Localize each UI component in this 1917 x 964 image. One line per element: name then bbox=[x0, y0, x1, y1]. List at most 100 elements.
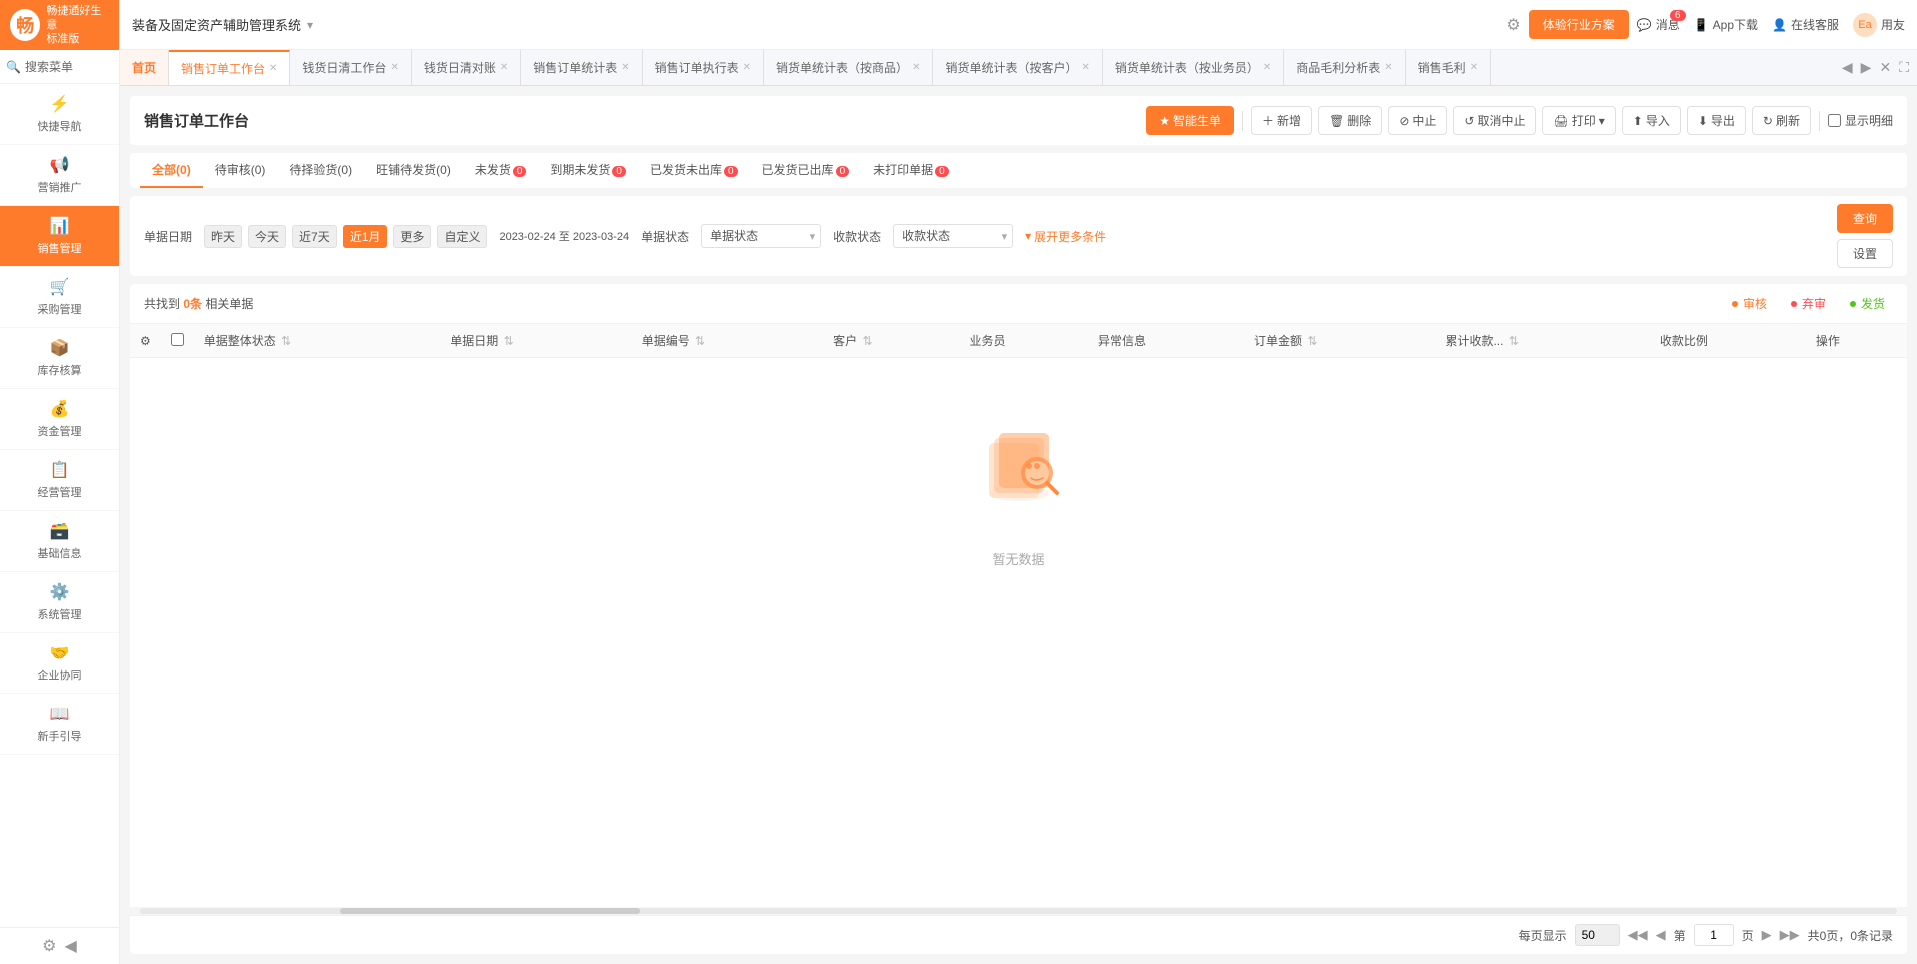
tab-close-sales-summary-product[interactable]: ✕ bbox=[912, 62, 920, 73]
collapse-icon[interactable]: ◀ bbox=[65, 936, 77, 956]
tab-sales-workbench[interactable]: 销售订单工作台 ✕ bbox=[169, 50, 290, 85]
col-status: 单据整体状态 ⇅ bbox=[194, 324, 441, 358]
tab-close-sales-summary-staff[interactable]: ✕ bbox=[1263, 62, 1271, 73]
sort-number[interactable]: ⇅ bbox=[695, 334, 705, 348]
sort-customer[interactable]: ⇅ bbox=[862, 334, 872, 348]
subtab-pending-review[interactable]: 待审核(0) bbox=[203, 153, 278, 188]
subtab-not-printed[interactable]: 未打印单据0 bbox=[861, 153, 961, 188]
cancel-suspend-btn[interactable]: ↺ 取消中止 bbox=[1453, 106, 1536, 135]
industry-btn[interactable]: 体验行业方案 bbox=[1529, 10, 1629, 39]
sidebar-item-marketing[interactable]: 📢 营销推广 bbox=[0, 145, 119, 206]
scrollbar-thumb[interactable] bbox=[340, 908, 640, 914]
audit-btn[interactable]: 审核 bbox=[1724, 292, 1775, 315]
col-settings[interactable]: ⚙ bbox=[130, 324, 161, 358]
tab-close-sales-more[interactable]: ✕ bbox=[1470, 62, 1478, 73]
sidebar-item-inventory[interactable]: 📦 库存核算 bbox=[0, 328, 119, 389]
tab-maximize-icon[interactable]: ⛶ bbox=[1897, 57, 1911, 78]
expand-filter-btn[interactable]: ▾ 展开更多条件 bbox=[1025, 228, 1106, 245]
topbar-settings-icon[interactable]: ⚙ bbox=[1506, 15, 1520, 35]
filter-settings-btn[interactable]: 设置 bbox=[1837, 239, 1893, 268]
subtab-not-shipped[interactable]: 未发货0 bbox=[463, 153, 539, 188]
add-btn[interactable]: ＋ 新增 bbox=[1251, 106, 1312, 135]
sort-date[interactable]: ⇅ bbox=[504, 334, 514, 348]
suspend-btn[interactable]: ⊘ 中止 bbox=[1388, 106, 1447, 135]
tab-nav-prev-icon[interactable]: ◀ bbox=[1840, 57, 1855, 78]
sidebar-item-finance[interactable]: 💰 资金管理 bbox=[0, 389, 119, 450]
topbar-dropdown-icon[interactable]: ▾ bbox=[307, 18, 313, 32]
sidebar-item-purchase[interactable]: 🛒 采购管理 bbox=[0, 267, 119, 328]
select-all-checkbox[interactable] bbox=[171, 333, 184, 346]
ship-btn[interactable]: 发货 bbox=[1842, 292, 1893, 315]
message-btn[interactable]: 💬 消息 6 bbox=[1637, 16, 1680, 33]
print-btn[interactable]: 🖨 打印 ▾ bbox=[1542, 106, 1615, 135]
export-btn[interactable]: ⬇ 导出 bbox=[1687, 106, 1746, 135]
tab-sales-stat[interactable]: 销售订单统计表 ✕ bbox=[521, 50, 642, 85]
sidebar-item-system[interactable]: ⚙️ 系统管理 bbox=[0, 572, 119, 633]
tab-close-sales-summary-customer[interactable]: ✕ bbox=[1081, 62, 1089, 73]
sidebar-search[interactable]: 🔍 搜索菜单 bbox=[0, 50, 119, 84]
payment-select[interactable]: 收款状态 bbox=[893, 224, 1013, 248]
tab-home[interactable]: 首页 bbox=[120, 50, 169, 85]
tab-cash-daily[interactable]: 钱货日清工作台 ✕ bbox=[290, 50, 411, 85]
tab-close-sales-exec[interactable]: ✕ bbox=[743, 62, 751, 73]
tab-close-cash-daily[interactable]: ✕ bbox=[390, 62, 398, 73]
date-today-btn[interactable]: 今天 bbox=[248, 225, 286, 248]
status-select[interactable]: 单据状态 bbox=[701, 224, 821, 248]
subtab-shipped-not-out[interactable]: 已发货未出库0 bbox=[638, 153, 750, 188]
sort-status[interactable]: ⇅ bbox=[281, 334, 291, 348]
sidebar-item-quick-nav[interactable]: ⚡ 快捷导航 bbox=[0, 84, 119, 145]
page-nav-prev[interactable]: ◀ bbox=[1656, 927, 1666, 943]
refresh-btn[interactable]: ↻ 刷新 bbox=[1752, 106, 1811, 135]
sort-amount[interactable]: ⇅ bbox=[1307, 334, 1317, 348]
import-btn[interactable]: ⬆ 导入 bbox=[1622, 106, 1681, 135]
subtab-overdue-not-shipped[interactable]: 到期未发货0 bbox=[538, 153, 638, 188]
page-nav-last[interactable]: ▶▶ bbox=[1780, 927, 1800, 943]
sort-collected[interactable]: ⇅ bbox=[1509, 334, 1519, 348]
tab-sales-summary-customer[interactable]: 销货单统计表（按客户） ✕ bbox=[933, 50, 1102, 85]
col-checkbox[interactable] bbox=[161, 324, 194, 358]
delete-btn[interactable]: 🗑 删除 bbox=[1318, 106, 1382, 135]
user-menu-btn[interactable]: Ea 用友 bbox=[1853, 13, 1905, 37]
smart-generate-btn[interactable]: ★ 智能生单 bbox=[1146, 106, 1234, 135]
sidebar-item-basic[interactable]: 🗃️ 基础信息 bbox=[0, 511, 119, 572]
sidebar-item-sales[interactable]: 📊 销售管理 bbox=[0, 206, 119, 267]
user-avatar: Ea bbox=[1853, 13, 1877, 37]
date-yesterday-btn[interactable]: 昨天 bbox=[204, 225, 242, 248]
tab-close-cash-reconcile[interactable]: ✕ bbox=[500, 62, 508, 73]
tab-close-sales-workbench[interactable]: ✕ bbox=[269, 63, 277, 74]
date-1month-btn[interactable]: 近1月 bbox=[343, 225, 388, 248]
sidebar-item-operations[interactable]: 📋 经营管理 bbox=[0, 450, 119, 511]
tab-close-sales-stat[interactable]: ✕ bbox=[621, 62, 629, 73]
cancel-audit-btn[interactable]: 弃审 bbox=[1783, 292, 1834, 315]
tab-sales-summary-staff[interactable]: 销货单统计表（按业务员） ✕ bbox=[1103, 50, 1284, 85]
page-nav-next[interactable]: ▶ bbox=[1762, 927, 1772, 943]
show-detail-label[interactable]: 显示明细 bbox=[1828, 112, 1893, 129]
tab-sales-exec[interactable]: 销售订单执行表 ✕ bbox=[643, 50, 764, 85]
query-btn[interactable]: 查询 bbox=[1837, 204, 1893, 233]
tab-product-margin[interactable]: 商品毛利分析表 ✕ bbox=[1284, 50, 1405, 85]
settings-bottom-icon[interactable]: ⚙ bbox=[42, 936, 56, 956]
horizontal-scrollbar[interactable] bbox=[130, 907, 1907, 915]
tab-sales-more[interactable]: 销售毛利 ✕ bbox=[1406, 50, 1491, 85]
subtab-wangpu-pending[interactable]: 旺铺待发货(0) bbox=[364, 153, 463, 188]
tab-cash-reconcile[interactable]: 钱货日清对账 ✕ bbox=[412, 50, 521, 85]
tab-close-all-icon[interactable]: ✕ bbox=[1877, 57, 1893, 78]
app-download-btn[interactable]: 📱 App下载 bbox=[1694, 16, 1758, 33]
tab-close-product-margin[interactable]: ✕ bbox=[1384, 62, 1392, 73]
page-nav-first[interactable]: ◀◀ bbox=[1628, 927, 1648, 943]
show-detail-checkbox[interactable] bbox=[1828, 114, 1841, 127]
subtab-shipped-out[interactable]: 已发货已出库0 bbox=[750, 153, 862, 188]
online-service-btn[interactable]: 👤 在线客服 bbox=[1772, 16, 1839, 33]
date-more-btn[interactable]: 更多 bbox=[393, 225, 431, 248]
operations-icon: 📋 bbox=[50, 460, 70, 480]
sidebar-item-enterprise[interactable]: 🤝 企业协同 bbox=[0, 633, 119, 694]
date-7days-btn[interactable]: 近7天 bbox=[292, 225, 337, 248]
tab-nav-next-icon[interactable]: ▶ bbox=[1859, 57, 1874, 78]
page-input[interactable] bbox=[1694, 924, 1734, 946]
subtab-all[interactable]: 全部(0) bbox=[140, 153, 203, 188]
tab-sales-summary-product[interactable]: 销货单统计表（按商品） ✕ bbox=[764, 50, 933, 85]
date-custom-btn[interactable]: 自定义 bbox=[437, 225, 487, 248]
sidebar-item-guide[interactable]: 📖 新手引导 bbox=[0, 694, 119, 755]
per-page-select[interactable]: 50 10 20 100 bbox=[1575, 924, 1620, 946]
subtab-pending-inspect[interactable]: 待择验货(0) bbox=[277, 153, 364, 188]
